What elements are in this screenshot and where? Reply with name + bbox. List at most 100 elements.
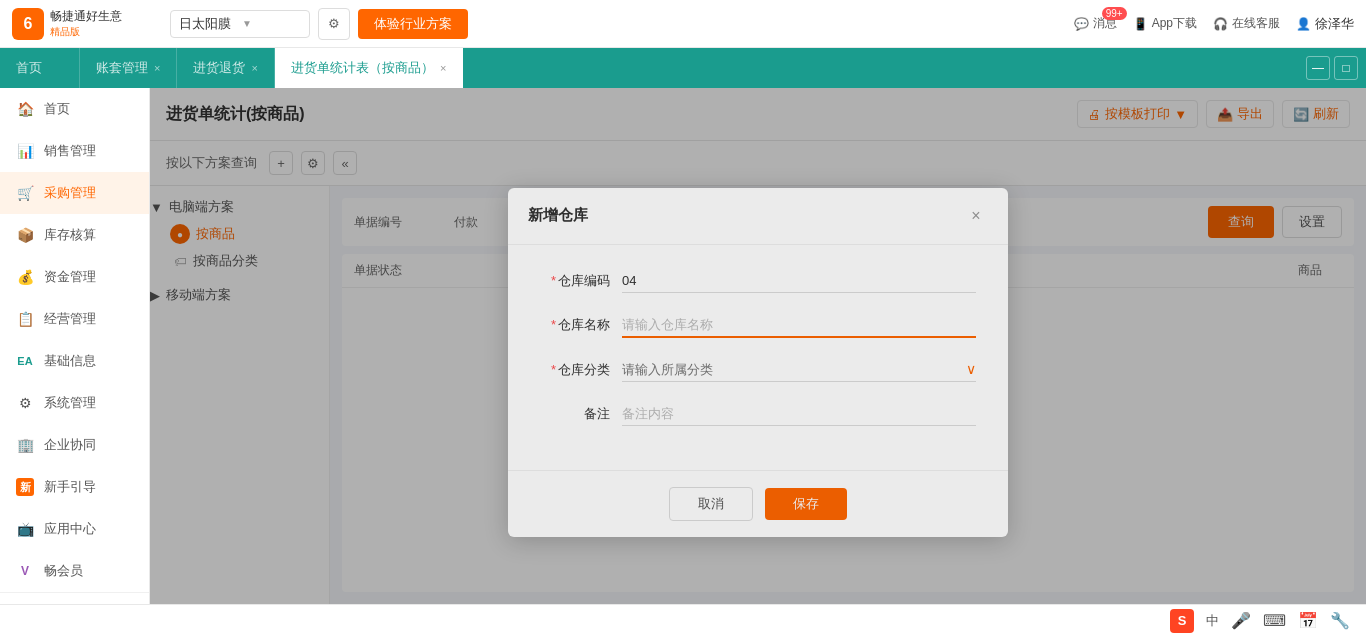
- tab-purchase-return[interactable]: 进货退货 ×: [177, 48, 274, 88]
- sidebar-item-member[interactable]: V 畅会员: [0, 550, 149, 592]
- content-area: 进货单统计(按商品) 🖨 按模板打印 ▼ 📤 导出 🔄 刷新 按以下方案查: [150, 88, 1366, 636]
- sidebar-item-sales[interactable]: 📊 销售管理: [0, 130, 149, 172]
- app-icon: 📱: [1133, 17, 1148, 31]
- tab-account-label: 账套管理: [96, 59, 148, 77]
- sidebar-item-finance[interactable]: 💰 资金管理: [0, 256, 149, 298]
- user-name: 徐泽华: [1315, 15, 1354, 33]
- add-warehouse-modal: 新增仓库 × 仓库编码 仓库名称: [508, 188, 1008, 537]
- sidebar-item-member-label: 畅会员: [44, 562, 83, 580]
- message-button[interactable]: 💬 消息 99+: [1074, 15, 1117, 32]
- header-right: 💬 消息 99+ 📱 App下载 🎧 在线客服 👤 徐泽华: [1074, 15, 1354, 33]
- trial-button[interactable]: 体验行业方案: [358, 9, 468, 39]
- tab-bar: 首页 账套管理 × 进货退货 × 进货单统计表（按商品） × — □: [0, 48, 1366, 88]
- maximize-button[interactable]: □: [1334, 56, 1358, 80]
- purchase-icon: 🛒: [16, 184, 34, 202]
- system-icon: ⚙: [16, 394, 34, 412]
- sidebar-item-enterprise-label: 企业协同: [44, 436, 96, 454]
- microphone-icon[interactable]: 🎤: [1231, 611, 1251, 630]
- apps-icon: 📺: [16, 520, 34, 538]
- tab-window-controls: — □: [1298, 48, 1366, 88]
- sougou-icon: S: [1170, 609, 1194, 633]
- category-label: 仓库分类: [540, 361, 610, 379]
- bottom-status-bar: S 中 🎤 ⌨ 📅 🔧: [0, 604, 1366, 636]
- sales-icon: 📊: [16, 142, 34, 160]
- code-label: 仓库编码: [540, 272, 610, 290]
- enterprise-icon: 🏢: [16, 436, 34, 454]
- name-input[interactable]: [622, 313, 976, 338]
- form-row-note: 备注: [540, 402, 976, 426]
- top-header: 6 畅捷通好生意 精品版 日太阳膜 ▼ ⚙ 体验行业方案 💬 消息 99+ 📱 …: [0, 0, 1366, 48]
- minimize-button[interactable]: —: [1306, 56, 1330, 80]
- tab-purchase-return-close[interactable]: ×: [251, 62, 257, 74]
- tab-home[interactable]: 首页: [0, 48, 80, 88]
- base-icon: EA: [16, 352, 34, 370]
- settings-gear-button[interactable]: ⚙: [318, 8, 350, 40]
- sidebar-item-sales-label: 销售管理: [44, 142, 96, 160]
- customer-service-button[interactable]: 🎧 在线客服: [1213, 15, 1280, 32]
- tab-purchase-stats[interactable]: 进货单统计表（按商品） ×: [275, 48, 463, 88]
- note-input[interactable]: [622, 402, 976, 426]
- store-name: 日太阳膜: [179, 15, 238, 33]
- brand-text: 畅捷通好生意 精品版: [50, 9, 122, 38]
- gear-icon: ⚙: [328, 16, 340, 31]
- guide-icon: 新: [16, 478, 34, 496]
- name-label: 仓库名称: [540, 316, 610, 334]
- user-profile-button[interactable]: 👤 徐泽华: [1296, 15, 1354, 33]
- sidebar-item-guide-label: 新手引导: [44, 478, 96, 496]
- app-logo: 6: [12, 8, 44, 40]
- message-icon: 💬: [1074, 17, 1089, 31]
- sidebar-item-purchase-label: 采购管理: [44, 184, 96, 202]
- modal-backdrop: 新增仓库 × 仓库编码 仓库名称: [150, 88, 1366, 636]
- code-input[interactable]: [622, 269, 976, 293]
- note-label: 备注: [540, 405, 610, 423]
- service-icon: 🎧: [1213, 17, 1228, 31]
- app-download-button[interactable]: 📱 App下载: [1133, 15, 1197, 32]
- store-dropdown-arrow: ▼: [242, 18, 301, 29]
- sidebar-item-base[interactable]: EA 基础信息: [0, 340, 149, 382]
- keyboard-icon[interactable]: ⌨: [1263, 611, 1286, 630]
- sidebar-item-guide[interactable]: 新 新手引导: [0, 466, 149, 508]
- message-badge: 99+: [1102, 7, 1127, 20]
- sidebar-item-purchase[interactable]: 🛒 采购管理: [0, 172, 149, 214]
- modal-body: 仓库编码 仓库名称 仓库分类 ∨: [508, 245, 1008, 470]
- sidebar-item-apps[interactable]: 📺 应用中心: [0, 508, 149, 550]
- category-input[interactable]: [622, 358, 966, 381]
- sidebar-item-finance-label: 资金管理: [44, 268, 96, 286]
- category-select-wrapper: ∨: [622, 358, 976, 382]
- save-button[interactable]: 保存: [765, 488, 847, 520]
- modal-header: 新增仓库 ×: [508, 188, 1008, 245]
- sidebar-item-inventory[interactable]: 📦 库存核算: [0, 214, 149, 256]
- sidebar-item-apps-label: 应用中心: [44, 520, 96, 538]
- modal-close-button[interactable]: ×: [964, 204, 988, 228]
- calendar-icon[interactable]: 📅: [1298, 611, 1318, 630]
- member-icon: V: [16, 562, 34, 580]
- tools-icon[interactable]: 🔧: [1330, 611, 1350, 630]
- tab-purchase-stats-label: 进货单统计表（按商品）: [291, 59, 434, 77]
- operation-icon: 📋: [16, 310, 34, 328]
- tab-account-close[interactable]: ×: [154, 62, 160, 74]
- app-label: App下载: [1152, 15, 1197, 32]
- chinese-input-label: 中: [1206, 612, 1219, 630]
- sidebar-item-inventory-label: 库存核算: [44, 226, 96, 244]
- logo-area: 6 畅捷通好生意 精品版: [12, 8, 162, 40]
- main-layout: 🏠 首页 📊 销售管理 🛒 采购管理 📦 库存核算 💰 资金管理 📋 经营管理 …: [0, 88, 1366, 636]
- store-selector[interactable]: 日太阳膜 ▼: [170, 10, 310, 38]
- sidebar-item-system-label: 系统管理: [44, 394, 96, 412]
- sidebar-item-operation[interactable]: 📋 经营管理: [0, 298, 149, 340]
- tab-home-label: 首页: [16, 59, 42, 77]
- tab-purchase-stats-close[interactable]: ×: [440, 62, 446, 74]
- form-row-code: 仓库编码: [540, 269, 976, 293]
- sidebar-item-system[interactable]: ⚙ 系统管理: [0, 382, 149, 424]
- sidebar-item-home[interactable]: 🏠 首页: [0, 88, 149, 130]
- sidebar-item-enterprise[interactable]: 🏢 企业协同: [0, 424, 149, 466]
- tab-purchase-return-label: 进货退货: [193, 59, 245, 77]
- sidebar-item-home-label: 首页: [44, 100, 70, 118]
- sidebar-item-operation-label: 经营管理: [44, 310, 96, 328]
- tab-account[interactable]: 账套管理 ×: [80, 48, 177, 88]
- user-avatar-icon: 👤: [1296, 17, 1311, 31]
- home-icon: 🏠: [16, 100, 34, 118]
- form-row-name: 仓库名称: [540, 313, 976, 338]
- category-dropdown-arrow[interactable]: ∨: [966, 361, 976, 377]
- cancel-button[interactable]: 取消: [669, 487, 753, 521]
- service-label: 在线客服: [1232, 15, 1280, 32]
